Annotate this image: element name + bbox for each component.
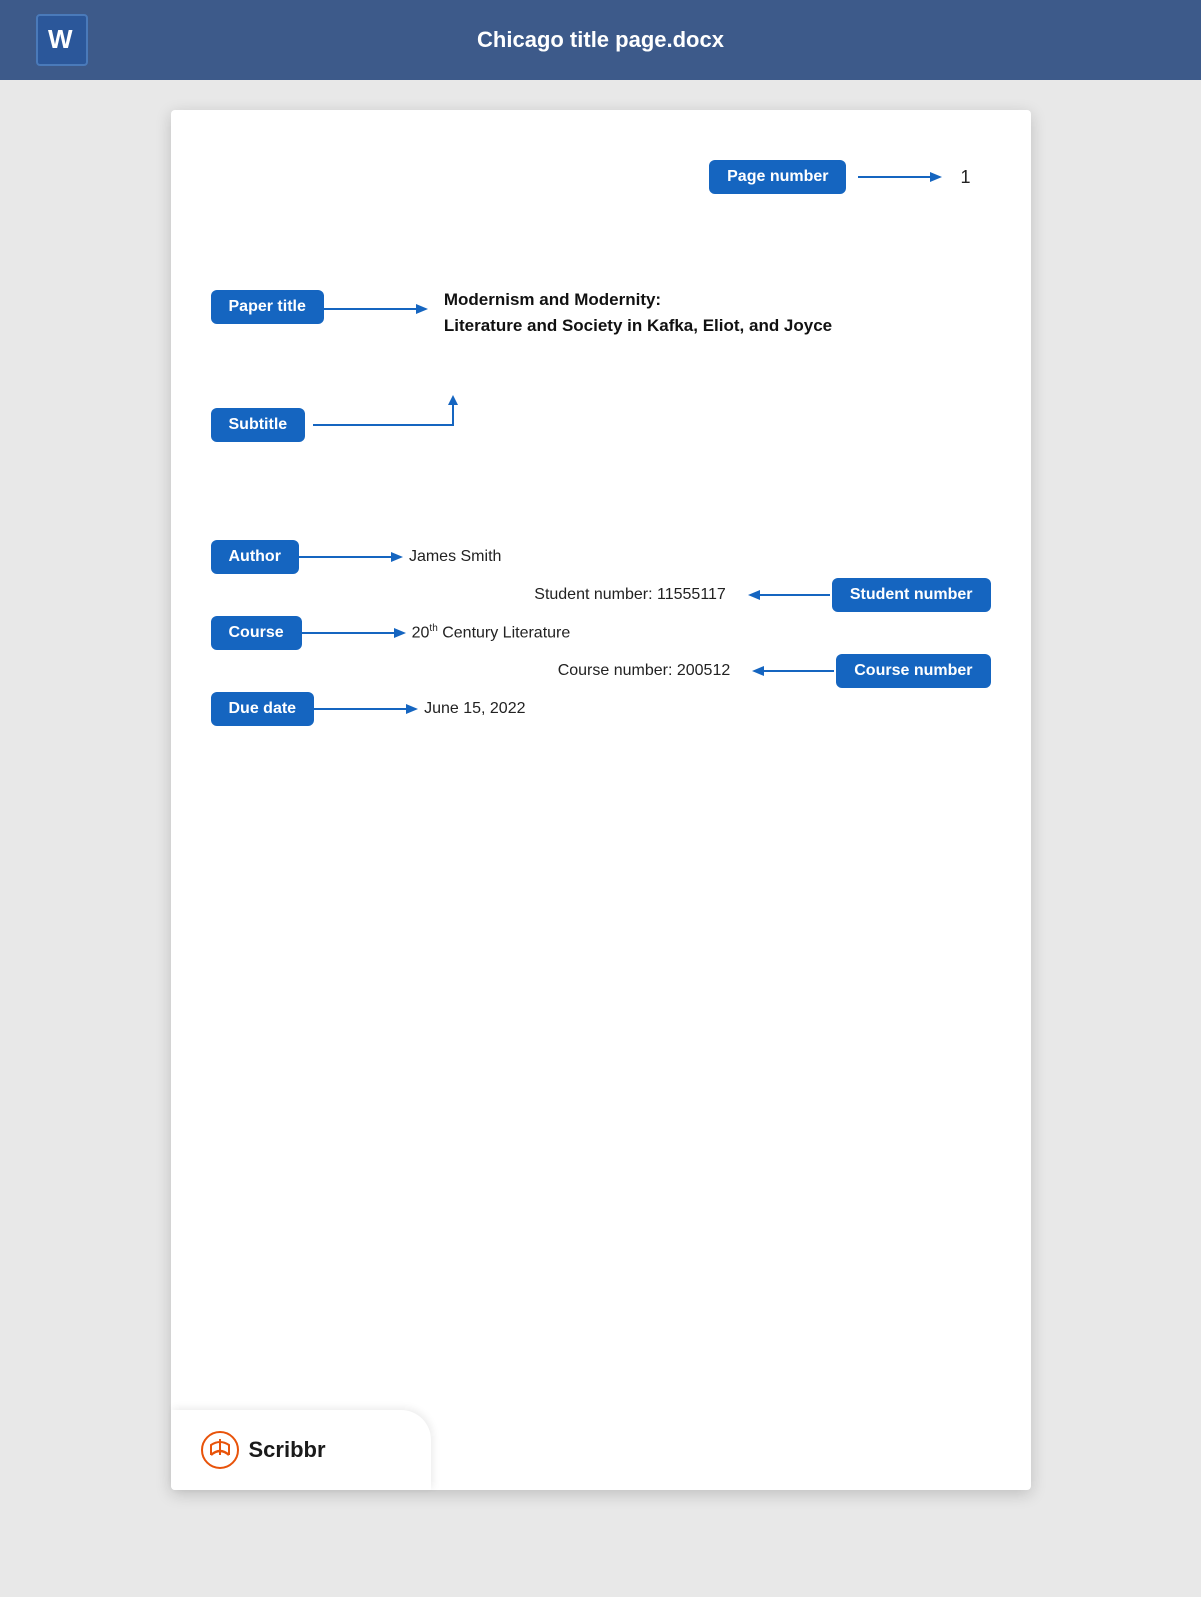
subtitle-arrow	[313, 395, 493, 455]
scribbr-name: Scribbr	[249, 1437, 326, 1463]
word-icon-letter: W	[44, 18, 80, 63]
student-number-annotation: Student number: 11555117 Student number	[211, 578, 991, 612]
author-arrow	[299, 546, 409, 568]
course-annotation: Course 20th Century Literature	[211, 616, 571, 650]
page-number-label: Page number	[709, 160, 846, 194]
paper-title-line1: Modernism and Modernity:	[444, 290, 832, 310]
author-annotation: Author James Smith	[211, 540, 502, 574]
course-arrow	[302, 622, 412, 644]
paper-title-label: Paper title	[211, 290, 324, 324]
doc-body: Page number 1 Paper title Modernism an	[231, 160, 971, 1440]
paper-title-annotation: Paper title Modernism and Modernity: Lit…	[211, 290, 1025, 336]
course-number-annotation: Course number: 200512 Course number	[211, 654, 991, 688]
page-number-value: 1	[960, 167, 970, 188]
due-date-value: June 15, 2022	[424, 700, 525, 718]
due-date-label: Due date	[211, 692, 315, 726]
paper-title-content: Modernism and Modernity: Literature and …	[444, 290, 832, 336]
course-number-value: Course number: 200512	[558, 662, 731, 680]
scribbr-logo-icon	[201, 1431, 239, 1469]
paper-title-arrow	[324, 298, 434, 320]
document-wrapper: Page number 1 Paper title Modernism an	[171, 110, 1031, 1490]
author-label: Author	[211, 540, 299, 574]
student-number-value: Student number: 11555117	[534, 586, 726, 604]
due-date-annotation: Due date June 15, 2022	[211, 692, 526, 726]
paper-title-line2: Literature and Society in Kafka, Eliot, …	[444, 316, 832, 336]
course-name: 20th Century Literature	[412, 623, 571, 642]
subtitle-label: Subtitle	[211, 408, 306, 442]
due-date-arrow	[314, 698, 424, 720]
page-number-arrow	[858, 166, 948, 188]
page-number-annotation: Page number 1	[709, 160, 970, 194]
student-number-arrow	[742, 584, 832, 606]
subtitle-annotation: Subtitle	[211, 395, 494, 455]
course-label: Course	[211, 616, 302, 650]
header-title: Chicago title page.docx	[477, 27, 724, 53]
course-number-arrow	[746, 660, 836, 682]
scribbr-footer: Scribbr	[171, 1410, 431, 1490]
course-number-label: Course number	[836, 654, 990, 688]
main-area: Page number 1 Paper title Modernism an	[0, 80, 1201, 1597]
header-bar: W Chicago title page.docx	[0, 0, 1201, 80]
svg-text:W: W	[48, 24, 73, 54]
student-number-label: Student number	[832, 578, 991, 612]
word-icon: W	[36, 14, 88, 66]
author-name: James Smith	[409, 548, 501, 566]
